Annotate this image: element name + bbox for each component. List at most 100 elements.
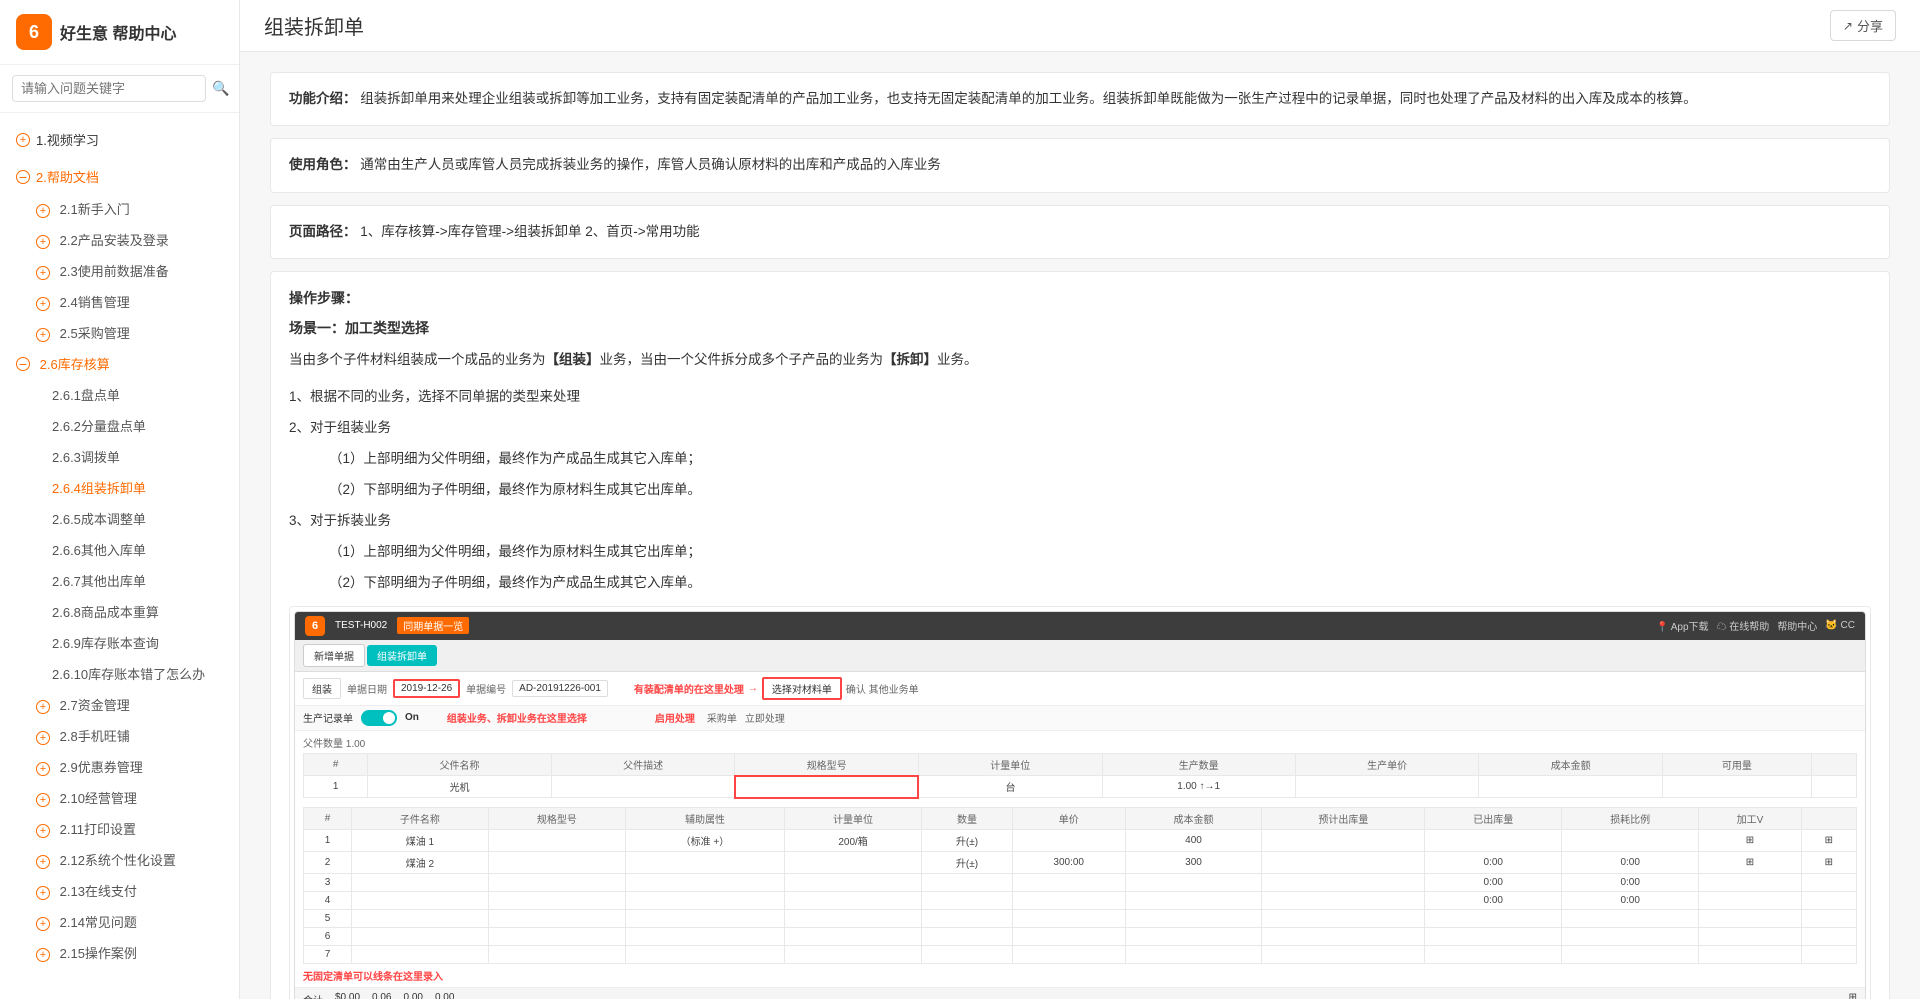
sidebar-item-261[interactable]: 2.6.1盘点单 xyxy=(0,379,239,410)
ss-switch-row: 生产记录单 On 组装业务、拆卸业务在这里选择 启用处理 采购单 立即处理 xyxy=(295,706,1865,731)
table-row: 1 光机 台 1.00 ↑→1 xyxy=(304,776,1857,798)
search-box: 🔍 xyxy=(0,65,239,113)
path-text: 1、库存核算->库存管理->组装拆卸单 2、首页->常用功能 xyxy=(360,224,699,239)
sidebar-item-coupon[interactable]: + 2.9优惠券管理 xyxy=(0,751,239,782)
sidebar-item-ops[interactable]: + 2.10经营管理 xyxy=(0,782,239,813)
role-block: 使用角色： 通常由生产人员或库管人员完成拆装业务的操作，库管人员确认原材料的出库… xyxy=(270,138,1890,192)
sidebar-item-263[interactable]: 2.6.3调拨单 xyxy=(0,441,239,472)
ss-toggle[interactable] xyxy=(361,710,397,726)
sidebar-item-install[interactable]: + 2.2产品安装及登录 xyxy=(0,224,239,255)
nav-section-video: + 1.视频学习 xyxy=(0,121,239,158)
plus-icon-27: + xyxy=(36,700,50,714)
annotation5-text: 无固定清单可以线条在这里录入 xyxy=(295,964,1865,987)
func-intro-text: 组装拆卸单用来处理企业组装或拆卸等加工业务，支持有固定装配清单的产品加工业务，也… xyxy=(360,91,1697,106)
sidebar-item-docs[interactable]: − 2.帮助文档 xyxy=(0,160,239,193)
func-intro-label: 功能介绍： xyxy=(289,91,357,106)
sidebar-item-sales[interactable]: + 2.4销售管理 xyxy=(0,286,239,317)
ss-top-right: 📍 App下载 ☁ 在线帮助 帮助中心 🐱 CC xyxy=(1656,618,1855,633)
ss-doc-input[interactable]: AD-20191226-001 xyxy=(512,680,608,697)
step2-text: 2、对于组装业务 xyxy=(289,414,1871,441)
sidebar-item-print[interactable]: + 2.11打印设置 xyxy=(0,813,239,844)
annotation1-text: 有装配清单的在这里处理 xyxy=(634,681,744,696)
sidebar-item-269[interactable]: 2.6.9库存账本查询 xyxy=(0,627,239,658)
ss-bom-btn[interactable]: 选择对材料单 xyxy=(762,677,842,700)
plus-icon-29: + xyxy=(36,762,50,776)
ss-type-select[interactable]: 组装 xyxy=(303,678,341,699)
brand-logo-icon: 6 xyxy=(16,14,52,50)
sidebar-item-266[interactable]: 2.6.6其他入库单 xyxy=(0,534,239,565)
ss-upper-table: # 父件名称 父件描述 规格型号 计量单位 生产数量 生产单价 成本金额 可用量 xyxy=(303,753,1857,799)
sidebar-item-newbie[interactable]: + 2.1新手入门 xyxy=(0,193,239,224)
brand-name: 好生意 帮助中心 xyxy=(60,20,176,44)
table-row: 7 xyxy=(304,945,1857,963)
ss-tabs-row: 新增单据 组装拆卸单 xyxy=(295,640,1865,672)
ss-logo: 6 xyxy=(305,616,325,636)
plus-icon-212: + xyxy=(36,855,50,869)
sidebar-item-faq[interactable]: + 2.14常见问题 xyxy=(0,906,239,937)
sidebar-item-267[interactable]: 2.6.7其他出库单 xyxy=(0,565,239,596)
fake-screenshot: 6 TEST-H002 同期单据一览 📍 App下载 ☁ 在线帮助 帮助中心 🐱… xyxy=(294,611,1866,999)
plus-icon-210: + xyxy=(36,793,50,807)
content-area: 功能介绍： 组装拆卸单用来处理企业组装或拆卸等加工业务，支持有固定装配清单的产品… xyxy=(240,52,1920,999)
ss-body: 生产记录单 On 组装业务、拆卸业务在这里选择 启用处理 采购单 立即处理 xyxy=(295,706,1865,999)
step3-text: 3、对于拆装业务 xyxy=(289,507,1871,534)
sidebar-item-265[interactable]: 2.6.5成本调整单 xyxy=(0,503,239,534)
ops-title: 操作步骤： xyxy=(289,288,1871,308)
table-row: 1煤油 1（标准 +）200/箱升(±)400⊞⊞ xyxy=(304,829,1857,851)
role-text: 通常由生产人员或库管人员完成拆装业务的操作，库管人员确认原材料的出库和产成品的入… xyxy=(360,157,941,172)
sidebar-item-stock[interactable]: − 2.6库存核算 xyxy=(0,348,239,379)
nav-section-docs: − 2.帮助文档 + 2.1新手入门 + 2.2产品安装及登录 + 2.3使用前… xyxy=(0,158,239,970)
sidebar-item-2610[interactable]: 2.6.10库存账本错了怎么办 xyxy=(0,658,239,689)
sidebar-item-video[interactable]: + 1.视频学习 xyxy=(0,123,239,156)
plus-icon-28: + xyxy=(36,731,50,745)
minus-icon-26: − xyxy=(16,357,30,371)
sidebar-item-cases[interactable]: + 2.15操作案例 xyxy=(0,937,239,968)
sidebar-item-262[interactable]: 2.6.2分量盘点单 xyxy=(0,410,239,441)
table-row: 6 xyxy=(304,927,1857,945)
search-input[interactable] xyxy=(12,75,206,102)
search-icon[interactable]: 🔍 xyxy=(212,80,229,97)
table-row: 40:000:00 xyxy=(304,891,1857,909)
table-row: 5 xyxy=(304,909,1857,927)
sidebar-item-finance[interactable]: + 2.7资金管理 xyxy=(0,689,239,720)
sidebar-item-payment[interactable]: + 2.13在线支付 xyxy=(0,875,239,906)
sidebar-item-mobile[interactable]: + 2.8手机旺铺 xyxy=(0,720,239,751)
plus-icon: + xyxy=(16,133,30,147)
sidebar-item-purchase[interactable]: + 2.5采购管理 xyxy=(0,317,239,348)
role-label: 使用角色： xyxy=(289,157,357,172)
main-area: 组装拆卸单 ↗ 分享 功能介绍： 组装拆卸单用来处理企业组装或拆卸等加工业务，支… xyxy=(240,0,1920,999)
page-title: 组装拆卸单 xyxy=(264,11,364,40)
ss-on-label: On xyxy=(405,712,419,723)
func-intro-block: 功能介绍： 组装拆卸单用来处理企业组装或拆卸等加工业务，支持有固定装配清单的产品… xyxy=(270,72,1890,126)
share-icon: ↗ xyxy=(1843,19,1853,33)
ss-tab-new[interactable]: 新增单据 xyxy=(303,644,365,667)
plus-icon-22: + xyxy=(36,235,50,249)
annotation4-text: 启用处理 xyxy=(655,710,695,725)
plus-icon-23: + xyxy=(36,266,50,280)
ss-lower-table-container: # 子件名称 规格型号 辅助属性 计量单位 数量 单价 成本金额 预计出库量 xyxy=(295,803,1865,964)
scene1-desc: 当由多个子件材料组装成一个成品的业务为【组装】业务，当由一个父件拆分成多个子产品… xyxy=(289,346,1871,373)
ss-id: TEST-H002 xyxy=(335,620,387,631)
ss-tab-active[interactable]: 组装拆卸单 xyxy=(367,645,437,666)
sidebar-item-264[interactable]: 2.6.4组装拆卸单 xyxy=(0,472,239,503)
sidebar-label-video: 1.视频学习 xyxy=(36,130,99,149)
ss-date-input[interactable]: 2019-12-26 xyxy=(393,679,460,698)
path-label: 页面路径： xyxy=(289,224,357,239)
step3-sub1: （1）上部明细为父件明细，最终作为原材料生成其它出库单； xyxy=(289,538,1871,565)
plus-icon-214: + xyxy=(36,917,50,931)
sidebar-item-data-prep[interactable]: + 2.3使用前数据准备 xyxy=(0,255,239,286)
sidebar-item-settings[interactable]: + 2.12系统个性化设置 xyxy=(0,844,239,875)
ss-upper-table-container: 父件数量 1.00 # 父件名称 父件描述 规格型号 计量单位 xyxy=(295,731,1865,799)
path-block: 页面路径： 1、库存核算->库存管理->组装拆卸单 2、首页->常用功能 xyxy=(270,205,1890,259)
annotation3-text: 组装业务、拆卸业务在这里选择 xyxy=(447,710,587,725)
minus-icon-docs: − xyxy=(16,170,30,184)
plus-icon-24: + xyxy=(36,297,50,311)
ss-lower-table: # 子件名称 规格型号 辅助属性 计量单位 数量 单价 成本金额 预计出库量 xyxy=(303,807,1857,964)
step2-sub1: （1）上部明细为父件明细，最终作为产成品生成其它入库单； xyxy=(289,445,1871,472)
ss-prev-doc[interactable]: 同期单据一览 xyxy=(397,617,469,634)
plus-icon-25: + xyxy=(36,328,50,342)
sidebar-item-268[interactable]: 2.6.8商品成本重算 xyxy=(0,596,239,627)
table-row: 30:000:00 xyxy=(304,873,1857,891)
share-button[interactable]: ↗ 分享 xyxy=(1830,10,1896,41)
ss-bottom-bar: 合计 $0.00 0.06 0.00 0.00 ⊞ xyxy=(295,987,1865,999)
